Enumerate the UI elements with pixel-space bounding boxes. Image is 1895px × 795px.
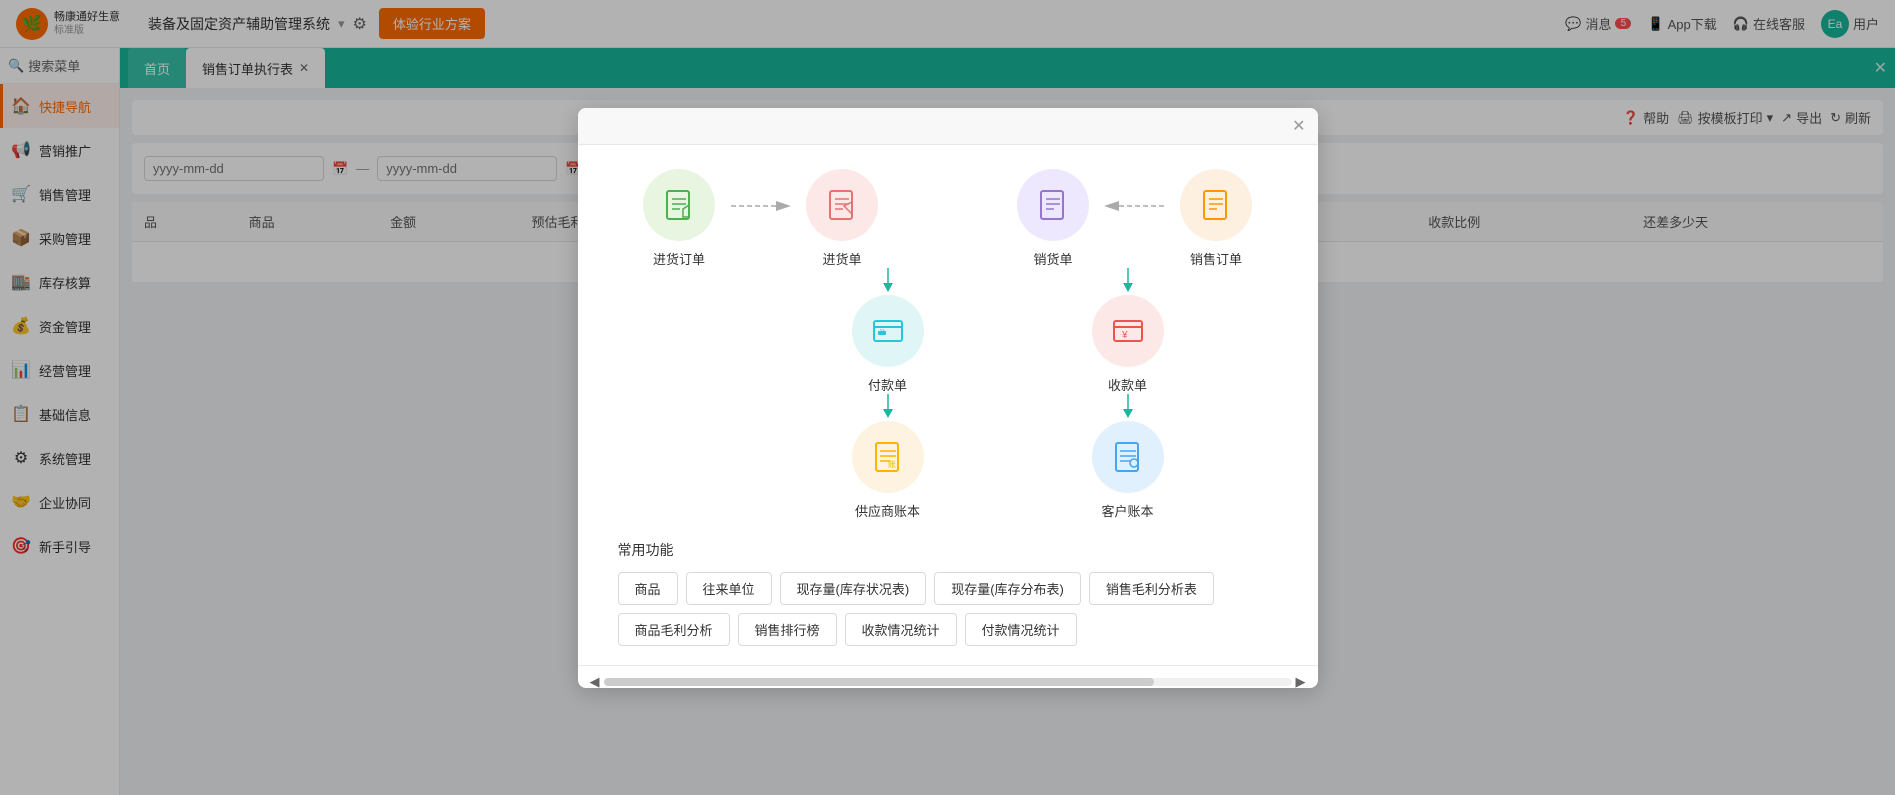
flow-row-2: ¥ 付款单 ¥ <box>618 295 1278 394</box>
common-btn-contacts[interactable]: 往来单位 <box>686 572 772 605</box>
scrollbar-track <box>604 678 1292 686</box>
flow-section: 进货订单 <box>618 169 1278 520</box>
common-functions-title: 常用功能 <box>618 540 1278 560</box>
flow-item-receipt: ¥ 收款单 <box>1058 295 1198 394</box>
modal-header: ✕ <box>578 108 1318 145</box>
common-btn-receipt-stats[interactable]: 收款情况统计 <box>845 613 957 646</box>
flow-row-3: 账 供应商账本 <box>618 421 1278 520</box>
common-btn-product-margin[interactable]: 商品毛利分析 <box>618 613 730 646</box>
receipt-label: 收款单 <box>1108 375 1147 394</box>
down-arrow-payment <box>818 394 958 421</box>
payment-circle[interactable]: ¥ <box>852 295 924 367</box>
sales-order-circle[interactable] <box>1180 169 1252 241</box>
flow-item-sales-bill: 销货单 <box>991 169 1114 268</box>
modal: ✕ <box>578 108 1318 688</box>
common-btn-payment-stats[interactable]: 付款情况统计 <box>965 613 1077 646</box>
purchase-bill-label: 进货单 <box>823 249 862 268</box>
flow-item-payment: ¥ 付款单 <box>818 295 958 394</box>
flow-row-arrows <box>618 268 1278 295</box>
payment-label: 付款单 <box>868 375 907 394</box>
flow-item-customer: 客户账本 <box>1058 421 1198 520</box>
down-arrow-purchase <box>818 268 958 295</box>
down-arrow-sales <box>1058 268 1198 295</box>
flow-item-purchase-bill: 进货单 <box>781 169 904 268</box>
purchase-bill-circle[interactable] <box>806 169 878 241</box>
svg-text:¥: ¥ <box>1121 330 1128 341</box>
receipt-circle[interactable]: ¥ <box>1092 295 1164 367</box>
sales-bill-circle[interactable] <box>1017 169 1089 241</box>
customer-circle[interactable] <box>1092 421 1164 493</box>
modal-body: 进货订单 <box>578 145 1318 665</box>
flow-item-purchase-order: 进货订单 <box>618 169 741 268</box>
scrollbar-thumb[interactable] <box>604 678 1154 686</box>
purchase-order-circle[interactable] <box>643 169 715 241</box>
modal-close-button[interactable]: ✕ <box>1292 116 1305 136</box>
supplier-label: 供应商账本 <box>855 501 920 520</box>
scroll-left-button[interactable]: ◀ <box>590 674 600 688</box>
flow-row-1: 进货订单 <box>618 169 1278 268</box>
common-btn-sales-rank[interactable]: 销售排行榜 <box>738 613 837 646</box>
modal-scrollbar: ◀ ▶ <box>578 665 1318 688</box>
modal-overlay[interactable]: ✕ <box>0 0 1895 795</box>
common-section: 常用功能 商品 往来单位 现存量(库存状况表) 现存量(库存分布表) 销售毛利分… <box>618 540 1278 646</box>
svg-text:¥: ¥ <box>879 328 885 337</box>
common-btn-stock-status[interactable]: 现存量(库存状况表) <box>780 572 927 605</box>
common-btn-stock-dist[interactable]: 现存量(库存分布表) <box>934 572 1081 605</box>
scroll-right-button[interactable]: ▶ <box>1296 674 1306 688</box>
common-buttons: 商品 往来单位 现存量(库存状况表) 现存量(库存分布表) 销售毛利分析表 商品… <box>618 572 1278 646</box>
flow-row-arrows-2 <box>618 394 1278 421</box>
customer-label: 客户账本 <box>1101 501 1153 520</box>
down-arrow-receipt <box>1058 394 1198 421</box>
purchase-order-label: 进货订单 <box>653 249 705 268</box>
flow-item-supplier: 账 供应商账本 <box>818 421 958 520</box>
common-btn-sales-margin[interactable]: 销售毛利分析表 <box>1089 572 1214 605</box>
sales-order-label: 销售订单 <box>1190 249 1242 268</box>
common-btn-product[interactable]: 商品 <box>618 572 678 605</box>
supplier-circle[interactable]: 账 <box>852 421 924 493</box>
sales-bill-label: 销货单 <box>1033 249 1072 268</box>
svg-text:账: 账 <box>888 460 896 469</box>
flow-item-sales-order: 销售订单 <box>1154 169 1277 268</box>
